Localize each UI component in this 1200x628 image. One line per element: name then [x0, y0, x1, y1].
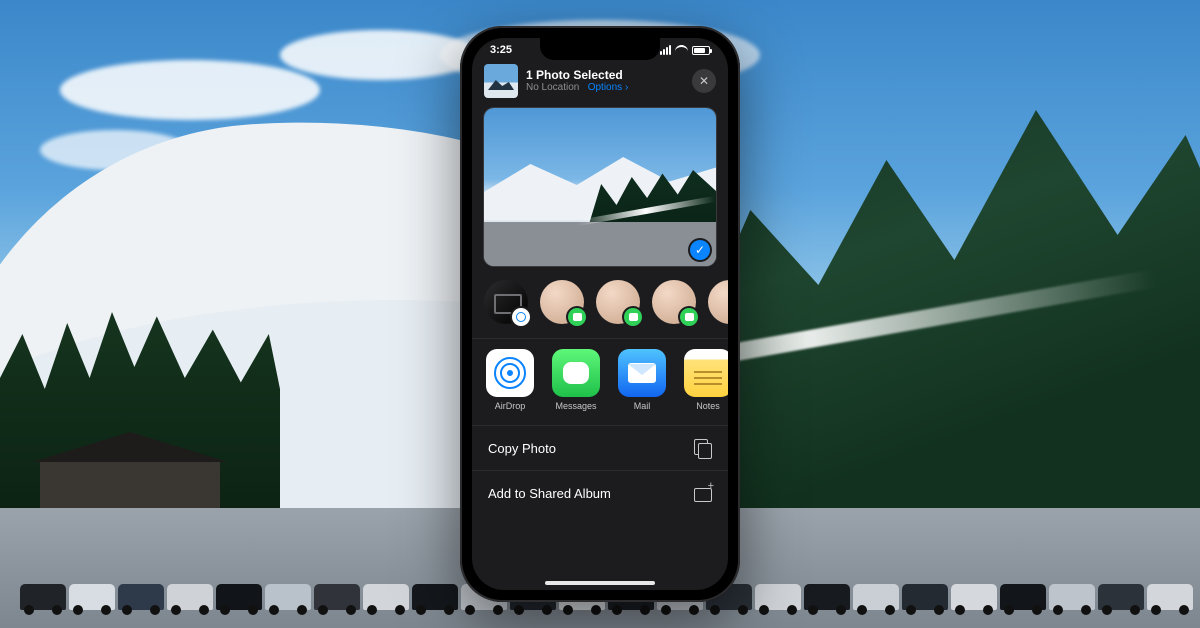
parked-car — [69, 584, 115, 610]
app-label: Messages — [550, 401, 602, 411]
status-indicators — [660, 45, 710, 55]
share-apps-row[interactable]: AirDropMessagesMailNotesRe — [472, 338, 728, 425]
add-to-shared-album-row[interactable]: Add to Shared Album — [472, 471, 728, 515]
copy-icon — [694, 439, 712, 457]
notch — [540, 38, 660, 60]
battery-icon — [692, 46, 710, 55]
parked-car — [902, 584, 948, 610]
copy-photo-row[interactable]: Copy Photo — [472, 426, 728, 471]
airdrop-icon — [486, 349, 534, 397]
share-contact[interactable] — [596, 280, 640, 324]
messages-badge-icon — [624, 308, 642, 326]
share-app-mail[interactable]: Mail — [616, 349, 668, 411]
share-app-airdrop[interactable]: AirDrop — [484, 349, 536, 411]
parked-car — [412, 584, 458, 610]
home-indicator[interactable] — [545, 581, 655, 585]
close-button[interactable]: ✕ — [692, 69, 716, 93]
photo-preview[interactable]: ✓ — [484, 108, 716, 266]
parked-car — [1049, 584, 1095, 610]
share-contact[interactable] — [484, 280, 528, 324]
parked-car — [1000, 584, 1046, 610]
share-contact[interactable] — [708, 280, 728, 324]
cloud — [60, 60, 320, 120]
cellular-signal-icon — [660, 45, 671, 55]
parked-car — [216, 584, 262, 610]
share-app-notes[interactable]: Notes — [682, 349, 728, 411]
parked-car — [118, 584, 164, 610]
chevron-right-icon: › — [625, 82, 628, 93]
wifi-icon — [675, 45, 688, 55]
background-photo: 3:25 1 Photo Selected No Location Option… — [0, 0, 1200, 628]
messages-badge-icon — [680, 308, 698, 326]
parked-car — [804, 584, 850, 610]
parked-car — [265, 584, 311, 610]
share-app-messages[interactable]: Messages — [550, 349, 602, 411]
header-thumbnail — [484, 64, 518, 98]
parked-car — [755, 584, 801, 610]
selection-title: 1 Photo Selected — [526, 68, 684, 82]
notes-icon — [684, 349, 728, 397]
app-label: AirDrop — [484, 401, 536, 411]
action-label: Add to Shared Album — [488, 486, 611, 501]
selection-checkmark-icon[interactable]: ✓ — [690, 240, 710, 260]
iphone-screen: 3:25 1 Photo Selected No Location Option… — [472, 38, 728, 590]
parked-car — [363, 584, 409, 610]
airdrop-badge-icon — [512, 308, 530, 326]
parked-car — [1147, 584, 1193, 610]
contact-avatar — [708, 280, 728, 324]
location-label: No Location — [526, 82, 579, 93]
share-contact[interactable] — [540, 280, 584, 324]
mail-icon — [618, 349, 666, 397]
parked-car — [1098, 584, 1144, 610]
app-label: Mail — [616, 401, 668, 411]
messages-badge-icon — [568, 308, 586, 326]
parked-car — [167, 584, 213, 610]
close-icon: ✕ — [699, 74, 709, 88]
status-time: 3:25 — [490, 44, 512, 56]
messages-icon — [552, 349, 600, 397]
parked-car — [20, 584, 66, 610]
share-actions-list: Copy Photo Add to Shared Album — [472, 425, 728, 515]
parked-car — [853, 584, 899, 610]
action-label: Copy Photo — [488, 441, 556, 456]
parked-car — [314, 584, 360, 610]
shared-album-icon — [694, 484, 712, 502]
share-sheet-header: 1 Photo Selected No Location Options › ✕ — [472, 58, 728, 104]
parked-car — [951, 584, 997, 610]
share-contact[interactable] — [652, 280, 696, 324]
options-link[interactable]: Options › — [588, 82, 629, 93]
app-label: Notes — [682, 401, 728, 411]
selection-subtitle: No Location Options › — [526, 82, 684, 94]
iphone-device-frame: 3:25 1 Photo Selected No Location Option… — [460, 26, 740, 602]
preview-foreground — [484, 222, 716, 266]
airdrop-contacts-row[interactable] — [472, 276, 728, 338]
